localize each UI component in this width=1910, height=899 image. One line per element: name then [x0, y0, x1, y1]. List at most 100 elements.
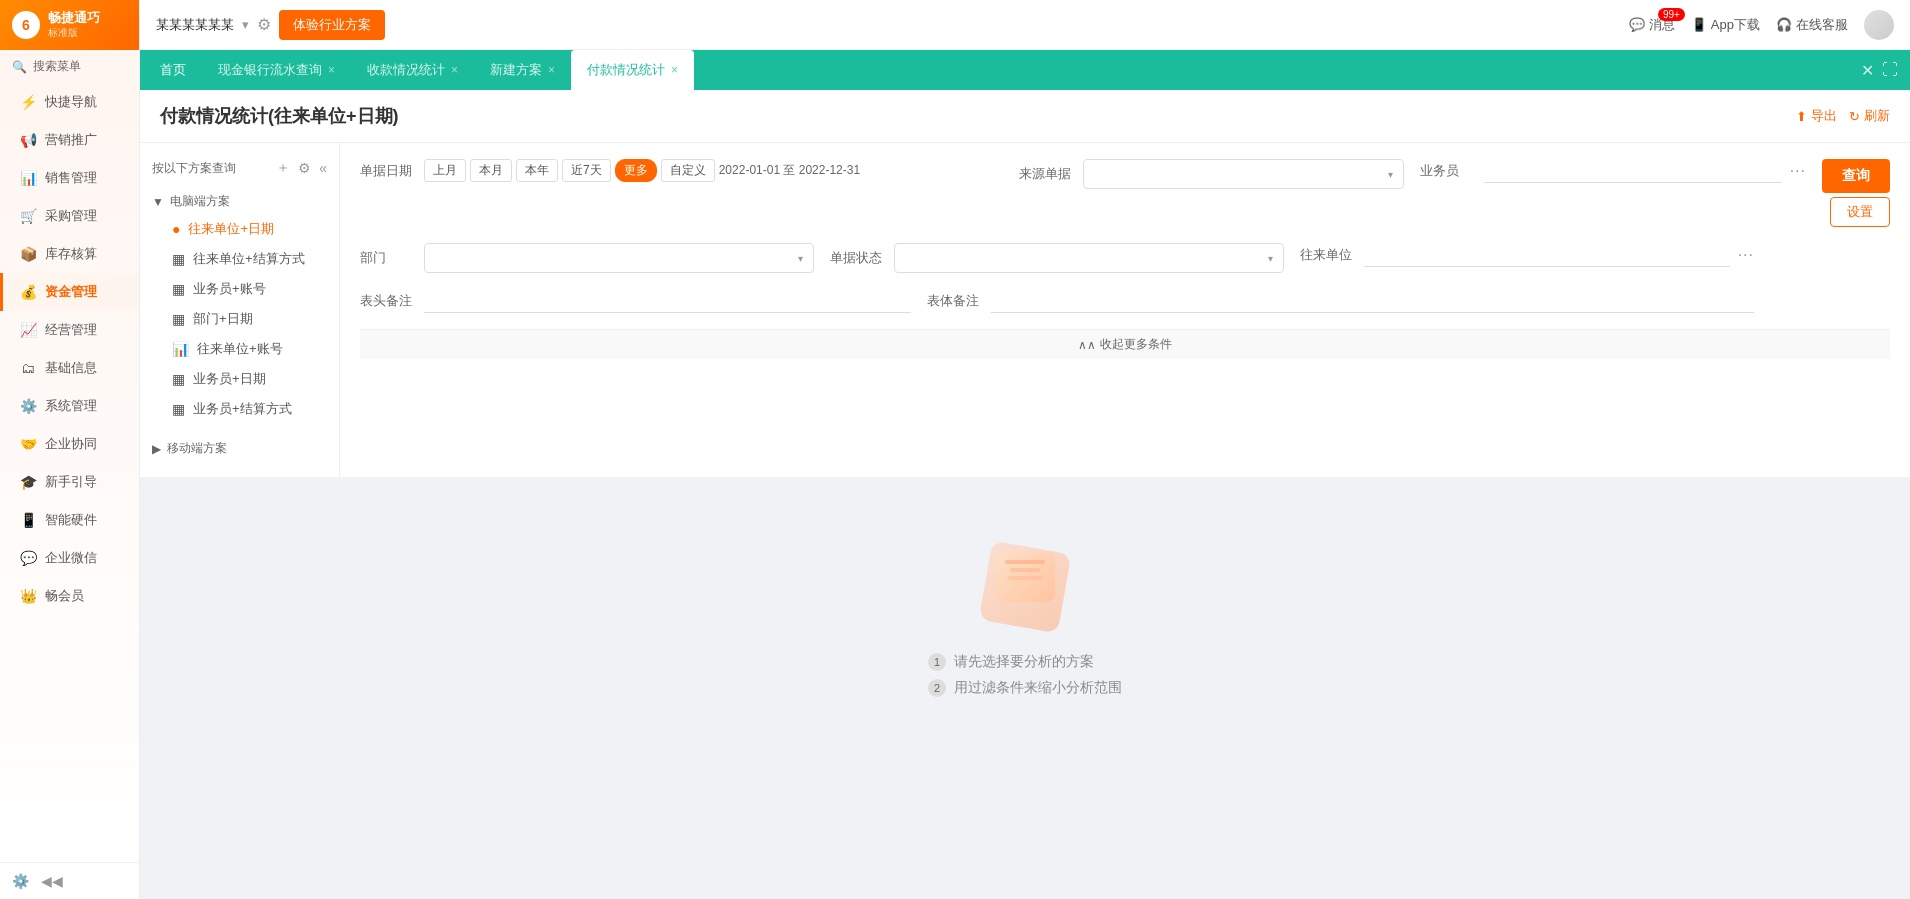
refresh-btn[interactable]: ↻ 刷新 [1849, 107, 1890, 125]
purchase-icon: 🛒 [19, 207, 37, 225]
scheme-panel: 按以下方案查询 ＋ ⚙ « ▼ 电脑端方案 ● 往来单位+日期 [140, 143, 340, 477]
tab-payment-stats[interactable]: 付款情况统计 × [571, 50, 694, 90]
tab-new-scheme-close[interactable]: × [548, 63, 555, 77]
scheme-table-icon-1: ▦ [172, 251, 185, 267]
query-btn[interactable]: 查询 [1822, 159, 1890, 193]
doc-status-field: 单据状态 ▾ [830, 243, 1284, 273]
trial-btn[interactable]: 体验行业方案 [279, 10, 385, 40]
search-menu[interactable]: 🔍 搜索菜单 [0, 50, 139, 83]
pc-category-toggle[interactable]: ▼ 电脑端方案 [152, 189, 327, 214]
notice-btn[interactable]: 💬 消息 99+ [1629, 16, 1675, 34]
tab-fullscreen-btn[interactable]: ⛶ [1882, 61, 1898, 79]
sidebar-item-operation[interactable]: 📈 经营管理 [0, 311, 139, 349]
app-download-btn[interactable]: 📱 App下载 [1691, 16, 1760, 34]
filter-panel: 按以下方案查询 ＋ ⚙ « ▼ 电脑端方案 ● 往来单位+日期 [140, 143, 1910, 477]
sidebar-collapse-btn[interactable]: ◀◀ [41, 873, 63, 889]
page-header: 付款情况统计(往来单位+日期) ⬆ 导出 ↻ 刷新 [140, 90, 1910, 143]
counterpart-field: 往来单位 ··· [1300, 243, 1754, 267]
empty-illustration [975, 537, 1075, 637]
filter-settings-btn[interactable]: 设置 [1830, 197, 1890, 227]
sidebar-item-sales[interactable]: 📊 销售管理 [0, 159, 139, 197]
sidebar-item-enterprise[interactable]: 🤝 企业协同 [0, 425, 139, 463]
tab-new-scheme-label: 新建方案 [490, 61, 542, 79]
date-btn-this-month[interactable]: 本月 [470, 159, 512, 182]
date-btn-7days[interactable]: 近7天 [562, 159, 611, 182]
sidebar: 6 畅捷通巧 标准版 🔍 搜索菜单 ⚡ 快捷导航 📢 营销推广 📊 销售管理 🛒… [0, 0, 140, 899]
company-dropdown-icon[interactable]: ▾ [242, 17, 249, 32]
sidebar-item-fund[interactable]: 💰 资金管理 [0, 273, 139, 311]
scheme-table-icon-4: ▦ [172, 371, 185, 387]
service-label: 在线客服 [1796, 16, 1848, 34]
salesperson-input[interactable] [1484, 159, 1781, 183]
date-btn-last-month[interactable]: 上月 [424, 159, 466, 182]
sidebar-item-quick-nav[interactable]: ⚡ 快捷导航 [0, 83, 139, 121]
scheme-item-salesperson-date[interactable]: ▦ 业务员+日期 [152, 364, 327, 394]
app-icon: 📱 [1691, 17, 1707, 32]
tab-close-all-btn[interactable]: ✕ [1861, 61, 1874, 80]
sidebar-settings-btn[interactable]: ⚙️ [12, 873, 29, 889]
date-field: 单据日期 上月 本月 本年 近7天 更多 自定义 2022-01-01 至 20… [360, 159, 1003, 182]
purchase-label: 采购管理 [45, 207, 97, 225]
tab-new-scheme[interactable]: 新建方案 × [474, 50, 571, 90]
scheme-settings-btn[interactable]: ⚙ [298, 160, 311, 176]
source-select[interactable]: ▾ [1083, 159, 1405, 189]
doc-status-dropdown-icon: ▾ [1268, 253, 1273, 264]
sidebar-item-member[interactable]: 👑 畅会员 [0, 577, 139, 615]
service-icon: 🎧 [1776, 17, 1792, 32]
sidebar-item-system[interactable]: ⚙️ 系统管理 [0, 387, 139, 425]
tab-receipt-close[interactable]: × [451, 63, 458, 77]
tab-home[interactable]: 首页 [144, 61, 202, 79]
page-actions: ⬆ 导出 ↻ 刷新 [1796, 107, 1890, 125]
sidebar-item-newbie[interactable]: 🎓 新手引导 [0, 463, 139, 501]
scheme-item-salesperson-account[interactable]: ▦ 业务员+账号 [152, 274, 327, 304]
header-note-input[interactable] [424, 289, 911, 313]
wechat-label: 企业微信 [45, 549, 97, 567]
scheme-item-counterpart-date[interactable]: ● 往来单位+日期 [152, 214, 327, 244]
salesperson-field: 业务员 ··· [1420, 159, 1806, 183]
tab-cash-bank-close[interactable]: × [328, 63, 335, 77]
body-note-input[interactable] [991, 289, 1754, 313]
user-avatar[interactable] [1864, 10, 1894, 40]
dept-dropdown-icon: ▾ [798, 253, 803, 264]
topbar-settings-icon[interactable]: ⚙ [257, 15, 271, 34]
scheme-item-salesperson-settle[interactable]: ▦ 业务员+结算方式 [152, 394, 327, 424]
topbar-right: 💬 消息 99+ 📱 App下载 🎧 在线客服 [1629, 10, 1894, 40]
sidebar-item-purchase[interactable]: 🛒 采购管理 [0, 197, 139, 235]
system-icon: ⚙️ [19, 397, 37, 415]
tab-receipt[interactable]: 收款情况统计 × [351, 50, 474, 90]
sidebar-item-inventory[interactable]: 📦 库存核算 [0, 235, 139, 273]
scheme-item-label: 往来单位+日期 [188, 220, 274, 238]
tab-payment-stats-close[interactable]: × [671, 63, 678, 77]
date-btn-more[interactable]: 更多 [615, 159, 657, 182]
mobile-category-toggle[interactable]: ▶ 移动端方案 [152, 436, 327, 461]
body-note-field: 表体备注 [927, 289, 1754, 313]
sidebar-item-hardware[interactable]: 📱 智能硬件 [0, 501, 139, 539]
sidebar-item-wechat[interactable]: 💬 企业微信 [0, 539, 139, 577]
notice-badge: 99+ [1658, 8, 1685, 21]
sidebar-item-basic[interactable]: 🗂 基础信息 [0, 349, 139, 387]
salesperson-label: 业务员 [1420, 162, 1476, 180]
tab-cash-bank[interactable]: 现金银行流水查询 × [202, 50, 351, 90]
salesperson-more-icon[interactable]: ··· [1790, 162, 1806, 180]
online-service-btn[interactable]: 🎧 在线客服 [1776, 16, 1848, 34]
doc-status-select[interactable]: ▾ [894, 243, 1284, 273]
scheme-item-dept-date[interactable]: ▦ 部门+日期 [152, 304, 327, 334]
operation-icon: 📈 [19, 321, 37, 339]
empty-tip-1: 1 请先选择要分析的方案 [928, 653, 1122, 671]
logo-text-block: 畅捷通巧 标准版 [48, 10, 100, 40]
counterpart-input[interactable] [1364, 243, 1730, 267]
source-label: 来源单据 [1019, 165, 1075, 183]
dept-select[interactable]: ▾ [424, 243, 814, 273]
notice-icon: 💬 [1629, 17, 1645, 32]
collapse-conditions-btn[interactable]: ∧∧ 收起更多条件 [360, 329, 1890, 359]
header-note-field: 表头备注 [360, 289, 911, 313]
date-btn-this-year[interactable]: 本年 [516, 159, 558, 182]
scheme-add-btn[interactable]: ＋ [276, 159, 290, 177]
scheme-item-counterpart-settle[interactable]: ▦ 往来单位+结算方式 [152, 244, 327, 274]
sidebar-item-marketing[interactable]: 📢 营销推广 [0, 121, 139, 159]
counterpart-more-icon[interactable]: ··· [1738, 246, 1754, 264]
export-btn[interactable]: ⬆ 导出 [1796, 107, 1837, 125]
scheme-item-counterpart-account[interactable]: 📊 往来单位+账号 [152, 334, 327, 364]
date-btn-custom[interactable]: 自定义 [661, 159, 715, 182]
scheme-collapse-btn[interactable]: « [319, 160, 327, 176]
